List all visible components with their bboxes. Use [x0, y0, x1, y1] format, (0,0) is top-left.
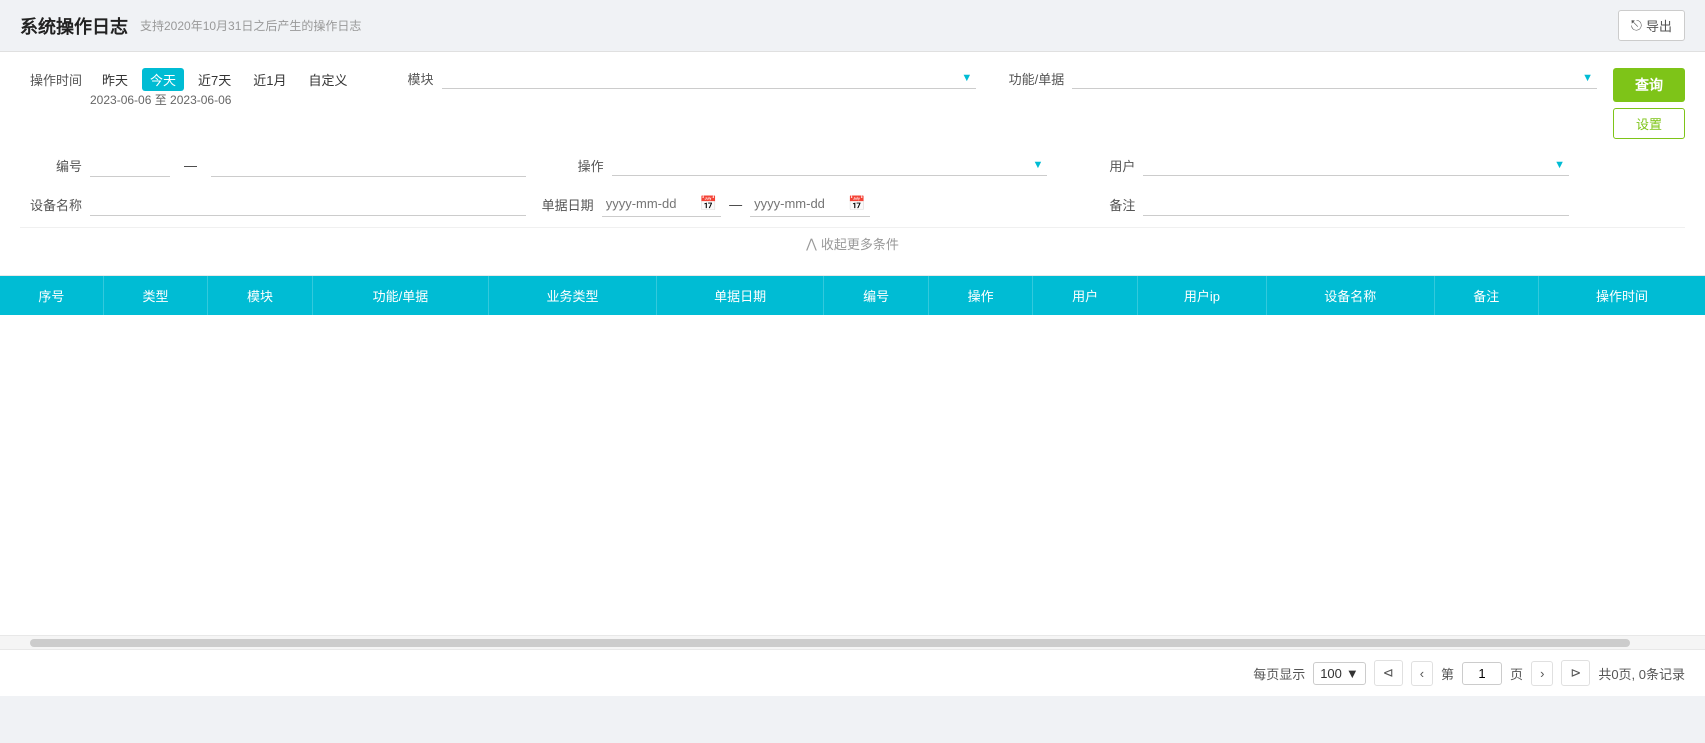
col-date: 单据日期 — [656, 276, 824, 315]
col-userip: 用户ip — [1137, 276, 1266, 315]
date-label: 单据日期 — [542, 195, 602, 214]
module-label: 模块 — [372, 69, 442, 88]
remark-input[interactable] — [1143, 192, 1569, 216]
function-label: 功能/单据 — [992, 69, 1072, 88]
table-container: 序号 类型 模块 功能/单据 业务类型 单据日期 编号 操作 用户 用户ip 设… — [0, 276, 1705, 635]
col-type: 类型 — [103, 276, 207, 315]
total-info: 共0页, 0条记录 — [1598, 664, 1685, 683]
prev-page-button[interactable]: ‹ — [1411, 661, 1433, 686]
table-header: 序号 类型 模块 功能/单据 业务类型 单据日期 编号 操作 用户 用户ip 设… — [0, 276, 1705, 315]
time-btn-today[interactable]: 今天 — [142, 68, 184, 91]
module-select[interactable]: ▼ — [442, 68, 977, 89]
col-operation: 操作 — [928, 276, 1032, 315]
settings-button[interactable]: 设置 — [1613, 108, 1685, 139]
pagination: 每页显示 100 ▼ ⊲ ‹ 第 页 › ⊳ 共0页, 0条记录 — [0, 649, 1705, 696]
per-page-select[interactable]: 100 ▼ — [1313, 662, 1366, 685]
number-from-input[interactable] — [90, 153, 170, 177]
export-label: 导出 — [1646, 16, 1672, 35]
user-select[interactable]: ▼ — [1143, 155, 1569, 176]
time-btn-yesterday[interactable]: 昨天 — [94, 68, 136, 91]
device-input[interactable] — [90, 192, 526, 216]
page-unit: 页 — [1510, 664, 1523, 683]
page-title: 系统操作日志 — [20, 13, 128, 39]
function-chevron-icon: ▼ — [1582, 72, 1593, 84]
date-dash: — — [729, 197, 742, 212]
module-chevron-icon: ▼ — [961, 72, 972, 84]
date-to-wrapper: 📅 — [750, 191, 869, 217]
time-options: 昨天 今天 近7天 近1月 自定义 — [94, 68, 356, 91]
last-page-button[interactable]: ⊳ — [1561, 660, 1590, 686]
operation-chevron-icon: ▼ — [1032, 159, 1043, 171]
next-page-button[interactable]: › — [1531, 661, 1553, 686]
page-header: 系统操作日志 支持2020年10月31日之后产生的操作日志 ⎋ 导出 — [0, 0, 1705, 52]
time-btn-custom[interactable]: 自定义 — [301, 68, 356, 91]
collapse-up-icon: ⋀ — [806, 236, 817, 252]
per-page-label: 每页显示 — [1253, 664, 1305, 683]
number-label: 编号 — [20, 156, 90, 175]
col-seq: 序号 — [0, 276, 103, 315]
collapse-label: 收起更多条件 — [821, 234, 899, 253]
number-to-input[interactable] — [211, 153, 526, 177]
col-device: 设备名称 — [1266, 276, 1434, 315]
date-to-input[interactable] — [754, 196, 844, 211]
user-chevron-icon: ▼ — [1554, 159, 1565, 171]
col-remark: 备注 — [1434, 276, 1538, 315]
filter-area: 操作时间 昨天 今天 近7天 近1月 自定义 2023-06-06 至 2023… — [0, 52, 1705, 276]
time-label: 操作时间 — [20, 70, 90, 89]
per-page-value: 100 — [1320, 666, 1342, 681]
page-label: 第 — [1441, 664, 1454, 683]
date-from-wrapper: 📅 — [602, 191, 721, 217]
action-buttons: 查询 设置 — [1613, 68, 1685, 139]
page-number-input[interactable] — [1462, 662, 1502, 685]
collapse-row: ⋀ 收起更多条件 — [20, 227, 1685, 259]
col-optime: 操作时间 — [1539, 276, 1705, 315]
user-label: 用户 — [1063, 156, 1143, 175]
col-number: 编号 — [824, 276, 928, 315]
query-button[interactable]: 查询 — [1613, 68, 1685, 102]
function-select[interactable]: ▼ — [1072, 68, 1597, 89]
col-module: 模块 — [208, 276, 312, 315]
date-from-input[interactable] — [606, 196, 696, 211]
operation-select[interactable]: ▼ — [612, 155, 1048, 176]
col-biztype: 业务类型 — [489, 276, 657, 315]
time-range: 2023-06-06 至 2023-06-06 — [90, 93, 231, 107]
calendar-from-icon[interactable]: 📅 — [700, 195, 717, 212]
horizontal-scrollbar[interactable] — [0, 635, 1705, 649]
device-label: 设备名称 — [20, 195, 90, 214]
number-dash: — — [184, 158, 197, 173]
page-subtitle: 支持2020年10月31日之后产生的操作日志 — [140, 17, 361, 34]
remark-label: 备注 — [1063, 195, 1143, 214]
empty-area — [0, 315, 1705, 635]
number-range: — — [90, 153, 526, 177]
export-button[interactable]: ⎋ 导出 — [1618, 10, 1685, 41]
scrollbar-thumb — [30, 639, 1630, 647]
operation-label: 操作 — [542, 156, 612, 175]
col-function: 功能/单据 — [312, 276, 488, 315]
data-table: 序号 类型 模块 功能/单据 业务类型 单据日期 编号 操作 用户 用户ip 设… — [0, 276, 1705, 315]
time-btn-1month[interactable]: 近1月 — [245, 68, 294, 91]
col-user: 用户 — [1033, 276, 1137, 315]
first-page-button[interactable]: ⊲ — [1374, 660, 1403, 686]
time-btn-7days[interactable]: 近7天 — [190, 68, 239, 91]
collapse-button[interactable]: ⋀ 收起更多条件 — [806, 234, 899, 253]
per-page-chevron-icon: ▼ — [1346, 666, 1359, 681]
calendar-to-icon[interactable]: 📅 — [848, 195, 865, 212]
export-icon: ⎋ — [1631, 17, 1642, 34]
